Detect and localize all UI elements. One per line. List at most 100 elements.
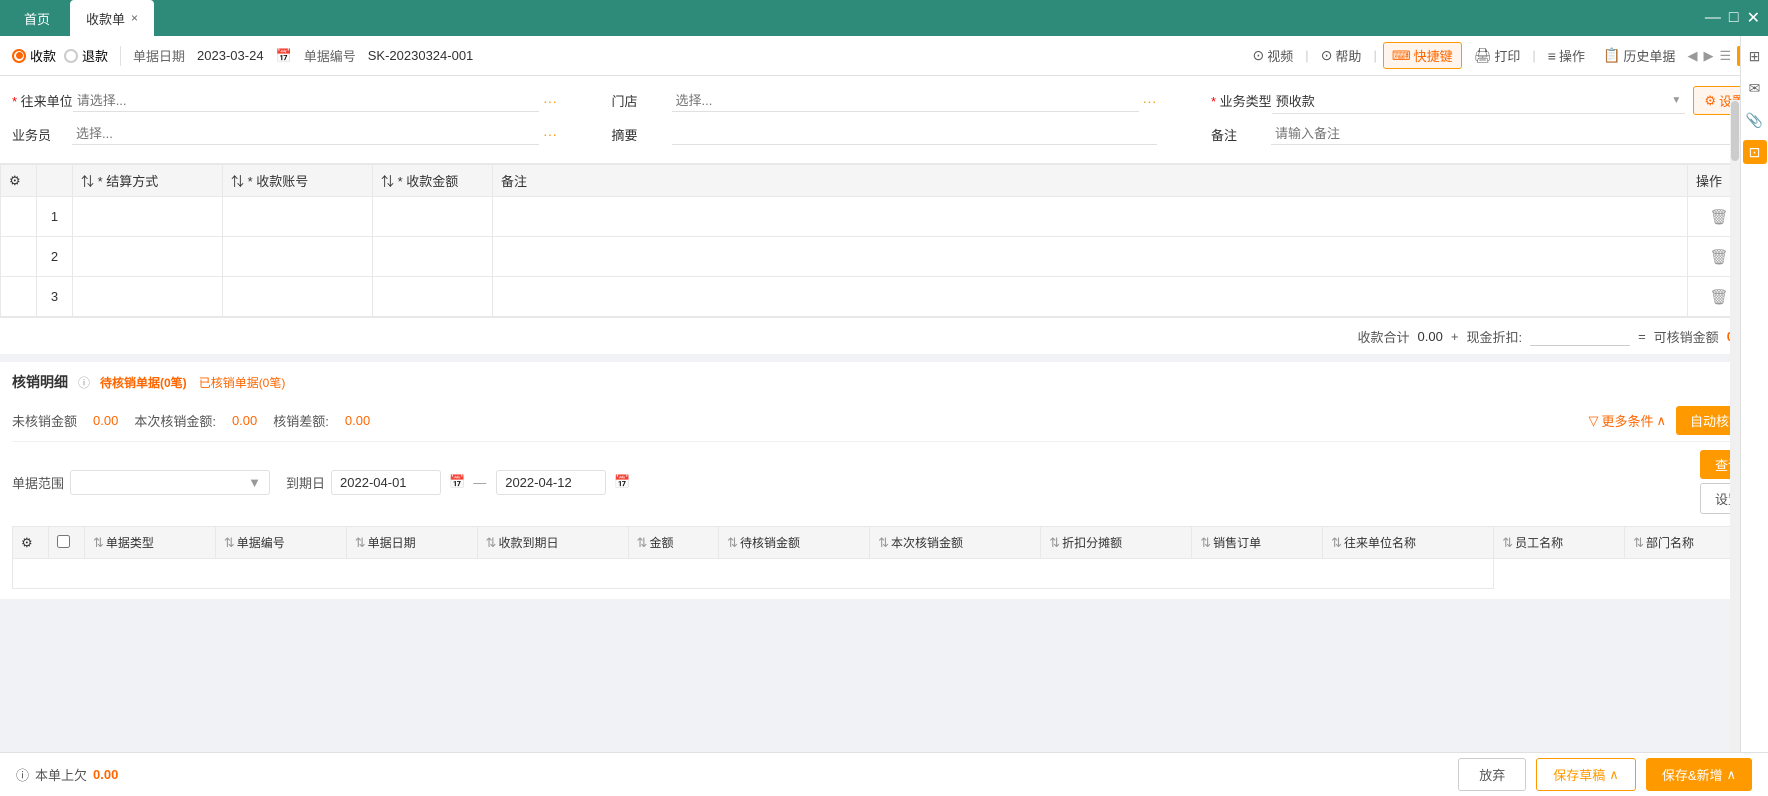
row-num-cell: 1 (37, 197, 73, 237)
setting-icon: ⚙ (1704, 93, 1716, 109)
tab-done[interactable]: 已核销单据(0笔) (199, 374, 286, 391)
row-account-cell[interactable] (223, 197, 373, 237)
history-icon: 📋 (1603, 47, 1620, 64)
btn-ops[interactable]: ≡ 操作 (1542, 43, 1591, 68)
range-select[interactable]: ▼ (70, 470, 270, 495)
salesperson-more-icon[interactable]: ··· (543, 126, 557, 142)
bottom-table-body (13, 559, 1756, 589)
cal-to-icon[interactable]: 📅 (614, 474, 630, 490)
tab-active[interactable]: 收款单 × (70, 0, 154, 36)
window-min-icon[interactable]: — (1705, 9, 1721, 27)
store-more-icon[interactable]: ··· (1143, 93, 1157, 109)
btn-video[interactable]: ⊙ 视频 (1247, 43, 1300, 68)
total-label: 收款合计 (1358, 327, 1410, 346)
net-label: 可核销金额 (1654, 327, 1719, 346)
save-draft-chevron-icon: ∧ (1609, 767, 1619, 783)
row-settle-cell[interactable] (73, 277, 223, 317)
window-max-icon[interactable]: □ (1729, 9, 1739, 27)
btn-shortcut[interactable]: ⌨ 快捷键 (1383, 42, 1462, 69)
salesperson-input[interactable] (72, 123, 539, 145)
discount-input[interactable] (1530, 326, 1630, 346)
form-area: 往来单位 ··· 门店 ··· 业务类型 预收款 ▼ ⚙ 设置 业务员 (0, 76, 1768, 164)
calendar-icon[interactable]: 📅 (276, 48, 292, 64)
btn-help[interactable]: ⊙ 帮助 (1315, 43, 1368, 68)
cal-from-icon[interactable]: 📅 (449, 474, 465, 490)
radio-refund[interactable]: 退款 (64, 46, 108, 65)
view-list-icon[interactable]: ☰ (1719, 48, 1731, 64)
scroll-thumb[interactable] (1731, 101, 1739, 161)
row-delete-icon[interactable]: 🗑 (1710, 288, 1729, 306)
nav-prev-icon[interactable]: ◀ (1687, 48, 1697, 64)
range-field: 单据范围 ▼ (12, 470, 270, 495)
th-gear[interactable]: ⚙ (1, 165, 37, 197)
row-remark-cell[interactable] (493, 197, 1688, 237)
unchecked-value: 0.00 (93, 413, 118, 428)
radio-income[interactable]: 收款 (12, 46, 56, 65)
save-new-button[interactable]: 保存&新增 ∧ (1646, 758, 1752, 791)
diff-label: 核销差额: (273, 411, 329, 430)
row-account-cell[interactable] (223, 277, 373, 317)
section-tabs: 待核销单据(0笔) 已核销单据(0笔) (100, 374, 285, 391)
total-value-bottom: 0.00 (93, 767, 118, 782)
toolbar: 收款 退款 单据日期 2023-03-24 📅 单据编号 SK-20230324… (0, 36, 1768, 76)
counterpart-more-icon[interactable]: ··· (543, 93, 557, 109)
row-num-cell: 3 (37, 277, 73, 317)
plus-sign: + (1451, 329, 1459, 344)
bottom-select-all[interactable] (57, 535, 70, 548)
biz-type-select[interactable]: 预收款 ▼ (1272, 88, 1686, 114)
row-settle-cell[interactable] (73, 237, 223, 277)
biz-type-field: 业务类型 预收款 ▼ ⚙ 设置 (1211, 86, 1756, 115)
discard-button[interactable]: 放弃 (1458, 758, 1526, 791)
nav-next-icon[interactable]: ▶ (1703, 48, 1713, 64)
row-amount-cell[interactable] (373, 237, 493, 277)
help-icon: ⊙ (1321, 47, 1333, 64)
row-delete-icon[interactable]: 🗑 (1710, 248, 1729, 266)
th-amount-sort[interactable]: ⇅ (381, 174, 394, 189)
number-label: 单据编号 (304, 46, 356, 65)
date-from-input[interactable] (331, 470, 441, 495)
row-amount-cell[interactable] (373, 277, 493, 317)
tab-close-icon[interactable]: × (131, 11, 138, 25)
row-remark-cell[interactable] (493, 237, 1688, 277)
radio-income-label: 收款 (30, 46, 56, 65)
section-header: 核销明细 ⓘ 待核销单据(0笔) 已核销单据(0笔) (12, 372, 1756, 392)
remark-input[interactable] (1271, 123, 1756, 145)
counterpart-label: 往来单位 (12, 91, 73, 110)
row-settle-cell[interactable] (73, 197, 223, 237)
save-draft-button[interactable]: 保存草稿 ∧ (1536, 758, 1636, 791)
bottom-th-cb[interactable] (49, 527, 85, 559)
current-value: 0.00 (232, 413, 257, 428)
bottom-gear-icon[interactable]: ⚙ (21, 535, 33, 550)
row-check-cell (1, 277, 37, 317)
verif-section: 核销明细 ⓘ 待核销单据(0笔) 已核销单据(0笔) 未核销金额 0.00 本次… (0, 362, 1768, 599)
summary-input[interactable] (672, 123, 1157, 145)
sidebar-table-icon[interactable]: ⊞ (1743, 44, 1767, 68)
row-remark-cell[interactable] (493, 277, 1688, 317)
row-amount-cell[interactable] (373, 197, 493, 237)
radio-group: 收款 退款 (12, 46, 108, 65)
row-account-cell[interactable] (223, 237, 373, 277)
gear-icon[interactable]: ⚙ (9, 173, 21, 188)
bottom-th-gear[interactable]: ⚙ (13, 527, 49, 559)
row-check-cell (1, 197, 37, 237)
btn-help-label: 帮助 (1335, 46, 1361, 65)
store-input[interactable] (672, 90, 1139, 112)
btn-history[interactable]: 📋 历史单据 (1597, 43, 1681, 68)
window-close-icon[interactable]: ✕ (1747, 8, 1760, 28)
sidebar-email-icon[interactable]: ✉ (1743, 76, 1767, 100)
sidebar-clip-icon[interactable]: 📎 (1743, 108, 1767, 132)
filter-row: 单据范围 ▼ 到期日 📅 — 📅 查询 设置 (12, 441, 1756, 522)
tab-pending[interactable]: 待核销单据(0笔) (100, 374, 187, 391)
date-value[interactable]: 2023-03-24 (197, 48, 264, 63)
th-settle-sort[interactable]: ⇅ (81, 174, 94, 189)
counterpart-input[interactable] (73, 90, 539, 112)
bottom-th-8: ⇅销售订单 (1192, 527, 1323, 559)
tab-home[interactable]: 首页 (8, 0, 66, 36)
more-conditions-btn[interactable]: ▽ 更多条件 ∧ (1588, 411, 1666, 430)
row-delete-icon[interactable]: 🗑 (1710, 208, 1729, 226)
tab-bar: 首页 收款单 × — □ ✕ (0, 0, 1768, 36)
btn-print[interactable]: 🖨 打印 (1468, 43, 1527, 68)
date-to-input[interactable] (496, 470, 606, 495)
sidebar-capture-icon[interactable]: ⊡ (1743, 140, 1767, 164)
th-account-sort[interactable]: ⇅ (231, 174, 244, 189)
